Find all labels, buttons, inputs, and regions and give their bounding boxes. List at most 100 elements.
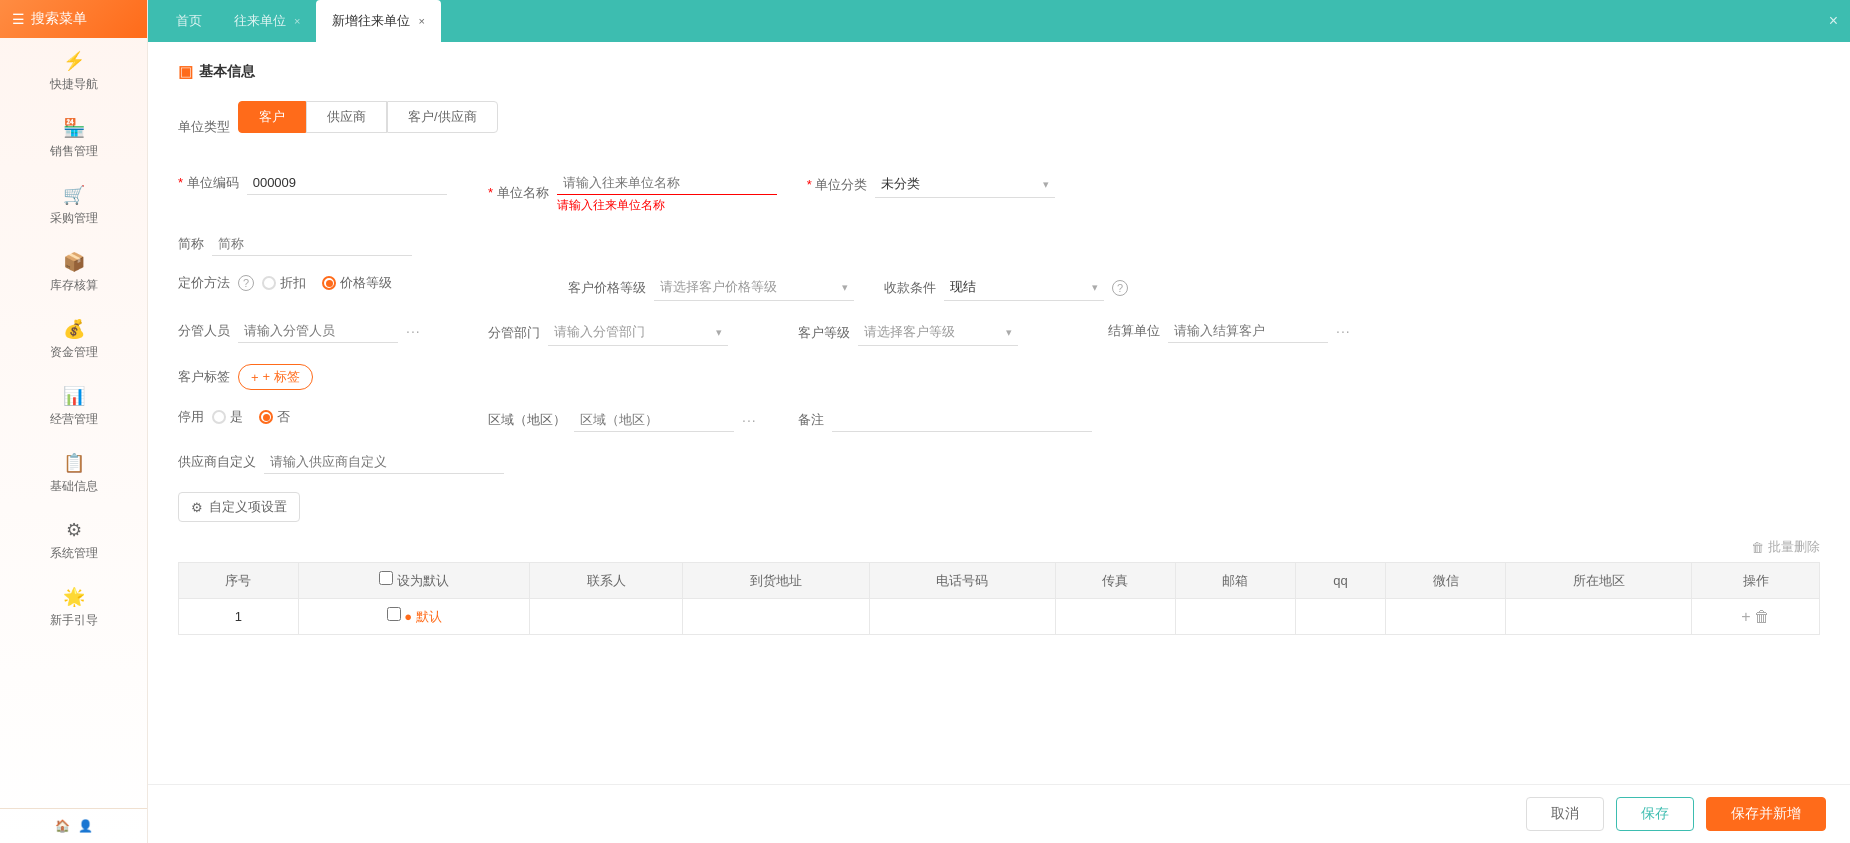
table-column-header: 传真 (1055, 563, 1175, 599)
table-select-all[interactable] (379, 571, 393, 585)
payment-terms-field: 收款条件 现结 ▾ ? (884, 274, 1164, 301)
manager-field: 分管人员 ··· (178, 319, 458, 343)
contacts-table: 序号 设为默认联系人到货地址电话号码传真邮箱qq微信所在地区操作 1 ● 默认+… (178, 562, 1820, 635)
abbreviation-field: 简称 (178, 232, 458, 256)
form-area: ▣ 基本信息 单位类型 客户供应商客户/供应商 单位编码 单位名称 请输入往来单… (148, 42, 1850, 784)
remark-input[interactable] (832, 408, 1092, 432)
unit-name-input[interactable] (557, 171, 777, 195)
pricing-discount-option[interactable]: 折扣 (262, 274, 306, 292)
search-icon: ☰ (12, 11, 25, 27)
manager-label: 分管人员 (178, 322, 230, 340)
tab-new-contact[interactable]: 新增往来单位× (316, 0, 440, 42)
disabled-no-option[interactable]: 否 (259, 408, 290, 426)
settlement-unit-label: 结算单位 (1108, 322, 1160, 340)
region-field: 区域（地区） ··· (488, 408, 768, 432)
unit-code-label: 单位编码 (178, 174, 239, 192)
sidebar-item-purchase[interactable]: 🛒采购管理 (0, 172, 147, 239)
unit-category-label: 单位分类 (807, 176, 868, 194)
table-row-delete-button[interactable]: 🗑 (1754, 608, 1770, 625)
unit-code-input[interactable] (247, 171, 447, 195)
pricing-discount-radio (262, 276, 276, 290)
tab-close-new-contact[interactable]: × (418, 15, 424, 27)
unit-type-both-button[interactable]: 客户/供应商 (387, 101, 498, 133)
table-column-header: 邮箱 (1175, 563, 1295, 599)
customer-price-level-field: 客户价格等级 请选择客户价格等级 ▾ (568, 274, 854, 301)
sidebar-item-quick-nav[interactable]: ⚡快捷导航 (0, 38, 147, 105)
sidebar-search[interactable]: ☰ 搜索菜单 (0, 0, 147, 38)
abbreviation-input[interactable] (212, 232, 412, 256)
supplier-custom-input[interactable] (264, 450, 504, 474)
unit-name-input-group: 请输入往来单位名称 (557, 171, 777, 214)
unit-category-field: 单位分类 未分类 ▾ (807, 171, 1087, 198)
settlement-unit-input[interactable] (1168, 319, 1328, 343)
remark-label: 备注 (798, 411, 824, 429)
unit-type-supplier-button[interactable]: 供应商 (306, 101, 387, 133)
unit-category-select[interactable]: 未分类 ▾ (875, 171, 1055, 198)
customer-price-level-select[interactable]: 请选择客户价格等级 ▾ (654, 274, 854, 301)
tag-field: 客户标签 + + 标签 (178, 364, 458, 390)
supplier-custom-row: 供应商自定义 (178, 450, 1820, 474)
pricing-level-option[interactable]: 价格等级 (322, 274, 392, 292)
settlement-unit-dots-button[interactable]: ··· (1336, 323, 1351, 339)
sidebar-item-guide[interactable]: 🌟新手引导 (0, 574, 147, 641)
sidebar-item-sales[interactable]: 🏪销售管理 (0, 105, 147, 172)
pricing-level-radio (322, 276, 336, 290)
sidebar-item-basic-info[interactable]: 📋基础信息 (0, 440, 147, 507)
form-footer: 取消 保存 保存并新增 (148, 784, 1850, 843)
table-column-header: 到货地址 (683, 563, 869, 599)
region-input[interactable] (574, 408, 734, 432)
save-button[interactable]: 保存 (1616, 797, 1694, 831)
pricing-radio-group: 折扣 价格等级 (262, 274, 392, 292)
unit-code-field: 单位编码 (178, 171, 458, 195)
disabled-region-row: 停用 是 否 区域（地区） ··· 备注 (178, 408, 1820, 432)
table-header: 序号 设为默认联系人到货地址电话号码传真邮箱qq微信所在地区操作 (179, 563, 1820, 599)
code-name-category-row: 单位编码 单位名称 请输入往来单位名称 单位分类 未分类 ▾ (178, 171, 1820, 214)
batch-delete-icon: 🗑 (1751, 540, 1764, 555)
table-row-add-button[interactable]: + (1741, 608, 1750, 625)
manager-row: 分管人员 ··· 分管部门 请输入分管部门 ▾ 客户等级 请选择客户等级 ▾ (178, 319, 1820, 346)
sidebar-item-system[interactable]: ⚙系统管理 (0, 507, 147, 574)
add-tag-button[interactable]: + + 标签 (238, 364, 313, 390)
department-select[interactable]: 请输入分管部门 ▾ (548, 319, 728, 346)
cancel-button[interactable]: 取消 (1526, 797, 1604, 831)
unit-type-group: 客户供应商客户/供应商 (238, 101, 498, 133)
unit-name-label: 单位名称 (488, 184, 549, 202)
disabled-yes-option[interactable]: 是 (212, 408, 243, 426)
remark-field: 备注 (798, 408, 1092, 432)
disabled-radio-group: 是 否 (212, 408, 290, 426)
table-column-header: 电话号码 (869, 563, 1055, 599)
batch-delete-label[interactable]: 批量删除 (1768, 538, 1820, 556)
section-icon: ▣ (178, 62, 193, 81)
tag-label: 客户标签 (178, 368, 230, 386)
tab-contacts[interactable]: 往来单位× (218, 0, 316, 42)
payment-help-icon[interactable]: ? (1112, 280, 1128, 296)
customer-level-chevron: ▾ (1006, 326, 1012, 339)
custom-settings-button[interactable]: ⚙ 自定义项设置 (178, 492, 300, 522)
window-close-button[interactable]: × (1829, 12, 1838, 30)
table-column-header: 联系人 (530, 563, 683, 599)
disabled-no-radio (259, 410, 273, 424)
payment-terms-select[interactable]: 现结 ▾ (944, 274, 1104, 301)
customer-level-label: 客户等级 (798, 324, 850, 342)
pricing-help-icon[interactable]: ? (238, 275, 254, 291)
sidebar-item-inventory[interactable]: 📦库存核算 (0, 239, 147, 306)
department-chevron: ▾ (716, 326, 722, 339)
unit-category-chevron: ▾ (1043, 178, 1049, 191)
sidebar: ☰ 搜索菜单 ⚡快捷导航🏪销售管理🛒采购管理📦库存核算💰资金管理📊经营管理📋基础… (0, 0, 148, 843)
customer-level-select[interactable]: 请选择客户等级 ▾ (858, 319, 1018, 346)
manager-dots-button[interactable]: ··· (406, 323, 421, 339)
unit-type-customer-button[interactable]: 客户 (238, 101, 306, 133)
region-dots-button[interactable]: ··· (742, 412, 757, 428)
region-label: 区域（地区） (488, 411, 566, 429)
table-column-header: 设为默认 (298, 563, 529, 599)
tab-home[interactable]: 首页 (160, 0, 218, 42)
disabled-label: 停用 (178, 408, 204, 426)
sidebar-item-finance[interactable]: 💰资金管理 (0, 306, 147, 373)
tab-close-contacts[interactable]: × (294, 15, 300, 27)
save-new-button[interactable]: 保存并新增 (1706, 797, 1826, 831)
table-column-header: 操作 (1692, 563, 1820, 599)
manager-input[interactable] (238, 319, 398, 343)
sidebar-item-operations[interactable]: 📊经营管理 (0, 373, 147, 440)
disabled-yes-radio (212, 410, 226, 424)
supplier-custom-field: 供应商自定义 (178, 450, 538, 474)
